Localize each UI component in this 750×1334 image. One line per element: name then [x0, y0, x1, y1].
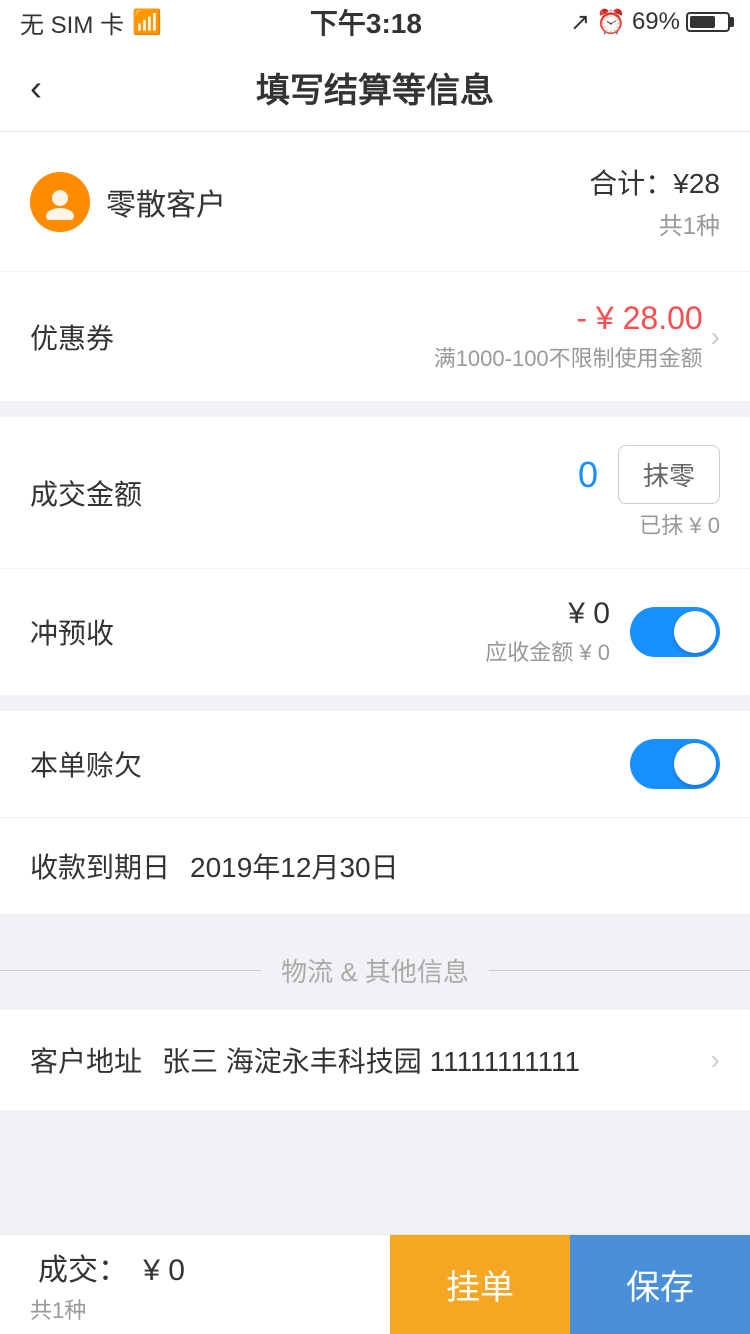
debt-label: 本单赊欠 — [30, 744, 142, 784]
coupon-right: - ¥ 28.00 满1000-100不限制使用金额 › — [434, 300, 720, 373]
bottom-count: 共1种 — [30, 1293, 390, 1325]
bottom-bar: 成交： ¥ 0 共1种 挂单 保存 — [0, 1234, 750, 1334]
coupon-desc: 满1000-100不限制使用金额 — [434, 341, 703, 373]
due-date-value: 2019年12月30日 — [190, 846, 399, 886]
prepay-row: 冲预收 ¥ 0 应收金额 ¥ 0 — [0, 569, 750, 695]
no-sim-label: 无 SIM 卡 — [20, 5, 124, 40]
due-date-row: 收款到期日 2019年12月30日 — [0, 817, 750, 914]
coupon-value-block: - ¥ 28.00 满1000-100不限制使用金额 — [434, 300, 703, 373]
deal-amount-label: 成交金额 — [30, 473, 142, 513]
coupon-row[interactable]: 优惠券 - ¥ 28.00 满1000-100不限制使用金额 › — [0, 271, 750, 401]
prepay-amount: ¥ 0 — [485, 597, 610, 631]
debt-toggle-knob — [674, 743, 716, 785]
debt-toggle[interactable] — [630, 739, 720, 789]
amount-value-block: 0 — [568, 454, 598, 496]
bottom-summary: 成交： ¥ 0 共1种 — [0, 1245, 390, 1325]
total-count: 共1种 — [589, 206, 720, 241]
address-row[interactable]: 客户地址 张三 海淀永丰科技园 11111111111 › — [0, 1010, 750, 1110]
battery-indicator — [686, 12, 730, 32]
coupon-discount: - ¥ 28.00 — [434, 300, 703, 337]
address-label: 客户地址 — [30, 1040, 142, 1080]
status-left: 无 SIM 卡 📶 — [20, 5, 162, 40]
deal-amount-row: 成交金额 0 抹零 已抹 ¥ 0 — [0, 417, 750, 569]
hang-button[interactable]: 挂单 — [390, 1235, 570, 1334]
wifi-icon: 📶 — [132, 8, 162, 37]
status-bar: 无 SIM 卡 📶 下午3:18 ↗ ⏰ 69% — [0, 0, 750, 44]
already-rounded-label: 已抹 ¥ 0 — [568, 508, 720, 540]
prepay-label: 冲预收 — [30, 612, 114, 652]
bottom-deal: 成交： ¥ 0 — [30, 1245, 390, 1289]
prepay-right: ¥ 0 应收金额 ¥ 0 — [485, 597, 720, 667]
debt-section: 本单赊欠 收款到期日 2019年12月30日 — [0, 711, 750, 914]
bottom-deal-value: ¥ 0 — [143, 1254, 185, 1287]
logistics-label: 物流 & 其他信息 — [261, 952, 489, 989]
deal-amount-right: 0 抹零 已抹 ¥ 0 — [568, 445, 720, 540]
round-zero-button[interactable]: 抹零 — [618, 445, 720, 504]
customer-left: 零散客户 — [30, 172, 226, 232]
nav-bar: ‹ 填写结算等信息 — [0, 44, 750, 132]
deal-amount-value: 0 — [568, 454, 598, 496]
due-date-label: 收款到期日 — [30, 846, 170, 886]
customer-row: 零散客户 合计：¥28 共1种 — [0, 132, 750, 271]
status-right: ↗ ⏰ 69% — [570, 8, 730, 37]
address-chevron-icon: › — [711, 1044, 720, 1076]
debt-row: 本单赊欠 — [0, 711, 750, 817]
deal-amount-section: 成交金额 0 抹零 已抹 ¥ 0 冲预收 ¥ 0 应收金额 ¥ 0 — [0, 417, 750, 695]
battery-percent: 69% — [632, 8, 680, 36]
battery-fill — [690, 16, 715, 28]
prepay-receivable: 应收金额 ¥ 0 — [485, 635, 610, 667]
total-price: 合计：¥28 — [589, 162, 720, 202]
logistics-header: 物流 & 其他信息 — [0, 930, 750, 1010]
address-value: 张三 海淀永丰科技园 11111111111 — [162, 1040, 711, 1080]
bottom-deal-label: 成交： — [38, 1254, 128, 1287]
amount-right: 0 抹零 — [568, 445, 720, 504]
save-button[interactable]: 保存 — [570, 1235, 750, 1334]
coupon-chevron-icon: › — [711, 321, 720, 353]
back-button[interactable]: ‹ — [30, 67, 42, 109]
page-title: 填写结算等信息 — [256, 63, 494, 112]
customer-name: 零散客户 — [106, 180, 226, 224]
prepay-values: ¥ 0 应收金额 ¥ 0 — [485, 597, 610, 667]
address-section: 客户地址 张三 海淀永丰科技园 11111111111 › — [0, 1010, 750, 1110]
coupon-label: 优惠券 — [30, 317, 114, 357]
avatar — [30, 172, 90, 232]
toggle-knob — [674, 611, 716, 653]
customer-summary: 合计：¥28 共1种 — [589, 162, 720, 241]
status-time: 下午3:18 — [310, 2, 422, 42]
customer-section: 零散客户 合计：¥28 共1种 优惠券 - ¥ 28.00 满1000-100不… — [0, 132, 750, 401]
prepay-toggle[interactable] — [630, 607, 720, 657]
main-content: 零散客户 合计：¥28 共1种 优惠券 - ¥ 28.00 满1000-100不… — [0, 132, 750, 1226]
location-icon: ↗ — [570, 8, 590, 37]
alarm-icon: ⏰ — [596, 8, 626, 37]
